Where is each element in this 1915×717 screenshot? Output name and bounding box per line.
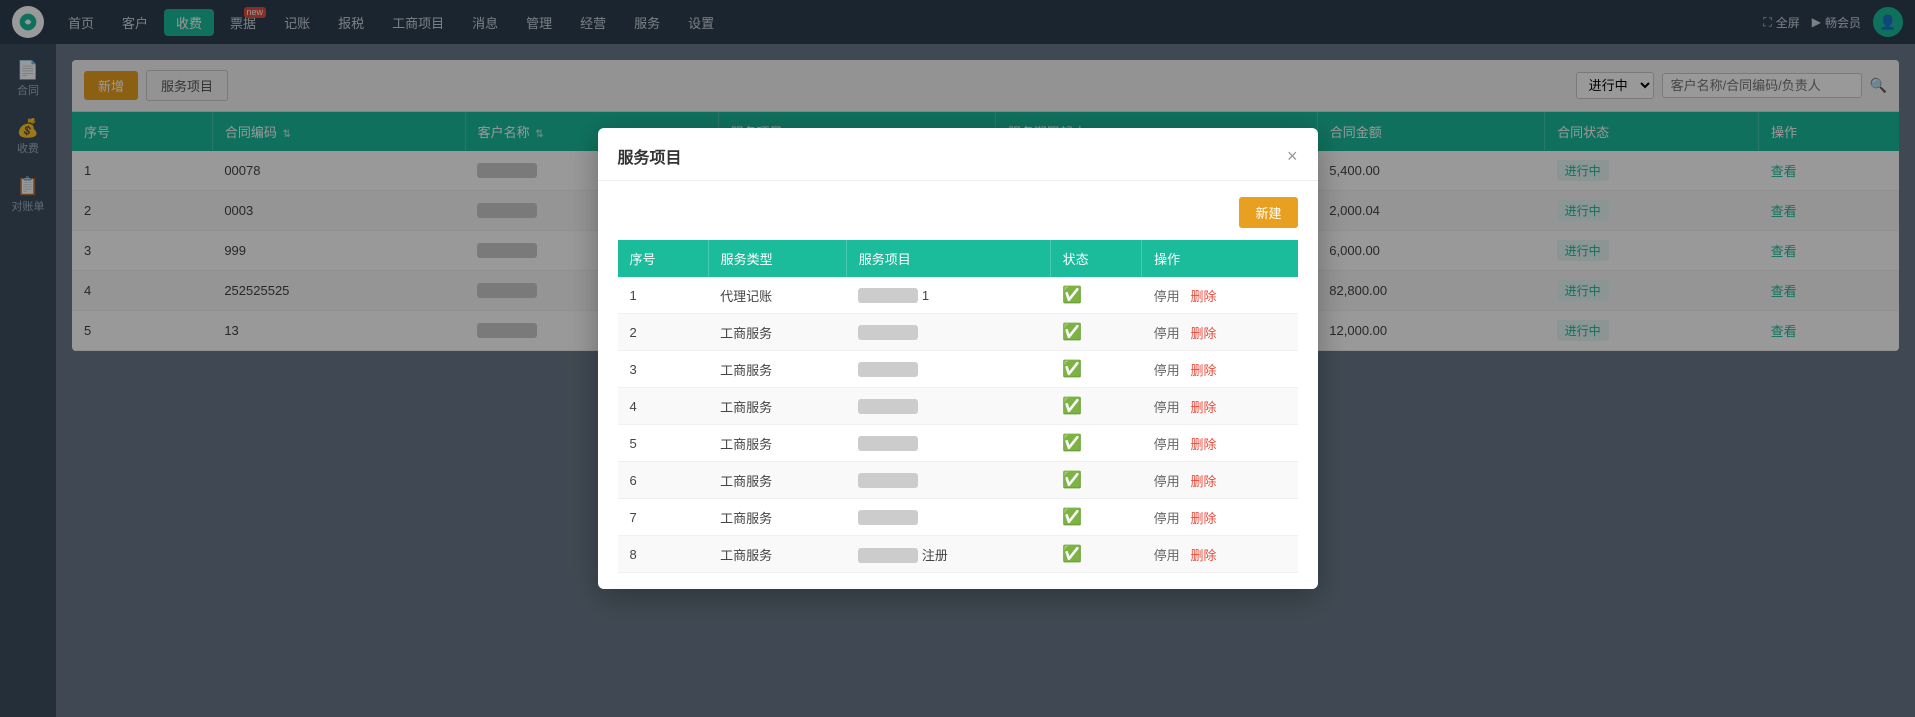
modal-cell-id: 2 — [618, 314, 709, 351]
modal-cell-status: ✅ — [1050, 536, 1142, 573]
modal-table-row: 2 工商服务 ✅ 停用 删除 — [618, 314, 1298, 351]
modal-scroll-area[interactable]: 序号 服务类型 服务项目 状态 操作 1 代理记账 1 ✅ — [618, 240, 1298, 573]
modal-title: 服务项目 — [618, 144, 682, 168]
modal-cell-id: 5 — [618, 425, 709, 462]
delete-btn[interactable]: 删除 — [1190, 511, 1216, 526]
modal-cell-status: ✅ — [1050, 314, 1142, 351]
modal-table-row: 8 工商服务 注册 ✅ 停用 删除 — [618, 536, 1298, 573]
modal-cell-item: 1 — [846, 277, 1050, 314]
stop-btn[interactable]: 停用 — [1154, 363, 1180, 378]
stop-btn[interactable]: 停用 — [1154, 437, 1180, 452]
modal-new-btn[interactable]: 新建 — [1239, 197, 1297, 228]
stop-btn[interactable]: 停用 — [1154, 474, 1180, 489]
delete-btn[interactable]: 删除 — [1190, 326, 1216, 341]
modal-cell-item — [846, 388, 1050, 425]
modal-header: 服务项目 × — [598, 128, 1318, 181]
modal-cell-action: 停用 删除 — [1142, 425, 1298, 462]
modal-body: 新建 序号 服务类型 服务项目 状态 操作 — [598, 181, 1318, 589]
modal-table-row: 6 工商服务 ✅ 停用 删除 — [618, 462, 1298, 499]
modal-table-row: 5 工商服务 ✅ 停用 删除 — [618, 425, 1298, 462]
modal-cell-status: ✅ — [1050, 351, 1142, 388]
modal-table-row: 7 工商服务 ✅ 停用 删除 — [618, 499, 1298, 536]
modal-cell-action: 停用 删除 — [1142, 351, 1298, 388]
modal-cell-id: 6 — [618, 462, 709, 499]
content-area: 新增 服务项目 进行中 已完成 全部 🔍 序号 合同编码 — [56, 44, 1915, 717]
modal-cell-item — [846, 462, 1050, 499]
modal-cell-item — [846, 425, 1050, 462]
delete-btn[interactable]: 删除 — [1190, 437, 1216, 452]
modal-close-btn[interactable]: × — [1287, 146, 1298, 167]
modal-cell-status: ✅ — [1050, 499, 1142, 536]
main-layout: 📄 合同 💰 收费 📋 对账单 新增 服务项目 进行中 已完成 全部 — [0, 44, 1915, 717]
modal-cell-type: 工商服务 — [708, 499, 846, 536]
modal-cell-action: 停用 删除 — [1142, 314, 1298, 351]
stop-btn[interactable]: 停用 — [1154, 289, 1180, 304]
delete-btn[interactable]: 删除 — [1190, 548, 1216, 563]
stop-btn[interactable]: 停用 — [1154, 400, 1180, 415]
modal-cell-id: 3 — [618, 351, 709, 388]
stop-btn[interactable]: 停用 — [1154, 511, 1180, 526]
modal-cell-id: 7 — [618, 499, 709, 536]
modal-cell-action: 停用 删除 — [1142, 388, 1298, 425]
modal-cell-type: 工商服务 — [708, 351, 846, 388]
modal-cell-type: 工商服务 — [708, 536, 846, 573]
modal-cell-action: 停用 删除 — [1142, 499, 1298, 536]
modal-table-row: 4 工商服务 ✅ 停用 删除 — [618, 388, 1298, 425]
modal-col-id: 序号 — [618, 240, 709, 277]
delete-btn[interactable]: 删除 — [1190, 400, 1216, 415]
modal-table-row: 1 代理记账 1 ✅ 停用 删除 — [618, 277, 1298, 314]
modal-cell-item — [846, 351, 1050, 388]
modal-col-item: 服务项目 — [846, 240, 1050, 277]
modal-table-row: 3 工商服务 ✅ 停用 删除 — [618, 351, 1298, 388]
modal-cell-item: 注册 — [846, 536, 1050, 573]
modal-cell-action: 停用 删除 — [1142, 536, 1298, 573]
modal-cell-type: 工商服务 — [708, 314, 846, 351]
modal-cell-type: 代理记账 — [708, 277, 846, 314]
modal-overlay[interactable]: 服务项目 × 新建 序号 服务类型 服务项目 — [56, 44, 1915, 717]
delete-btn[interactable]: 删除 — [1190, 289, 1216, 304]
modal-cell-status: ✅ — [1050, 277, 1142, 314]
modal-col-status: 状态 — [1050, 240, 1142, 277]
modal-cell-id: 8 — [618, 536, 709, 573]
modal-toolbar: 新建 — [618, 197, 1298, 228]
modal-cell-status: ✅ — [1050, 388, 1142, 425]
modal-cell-status: ✅ — [1050, 425, 1142, 462]
delete-btn[interactable]: 删除 — [1190, 474, 1216, 489]
modal-cell-type: 工商服务 — [708, 388, 846, 425]
modal-col-action: 操作 — [1142, 240, 1298, 277]
service-item-modal: 服务项目 × 新建 序号 服务类型 服务项目 — [598, 128, 1318, 589]
modal-cell-type: 工商服务 — [708, 425, 846, 462]
modal-cell-item — [846, 314, 1050, 351]
modal-cell-item — [846, 499, 1050, 536]
modal-cell-id: 1 — [618, 277, 709, 314]
modal-cell-status: ✅ — [1050, 462, 1142, 499]
stop-btn[interactable]: 停用 — [1154, 326, 1180, 341]
modal-cell-action: 停用 删除 — [1142, 277, 1298, 314]
modal-col-type: 服务类型 — [708, 240, 846, 277]
stop-btn[interactable]: 停用 — [1154, 548, 1180, 563]
delete-btn[interactable]: 删除 — [1190, 363, 1216, 378]
modal-cell-type: 工商服务 — [708, 462, 846, 499]
modal-cell-id: 4 — [618, 388, 709, 425]
modal-table: 序号 服务类型 服务项目 状态 操作 1 代理记账 1 ✅ — [618, 240, 1298, 573]
modal-cell-action: 停用 删除 — [1142, 462, 1298, 499]
